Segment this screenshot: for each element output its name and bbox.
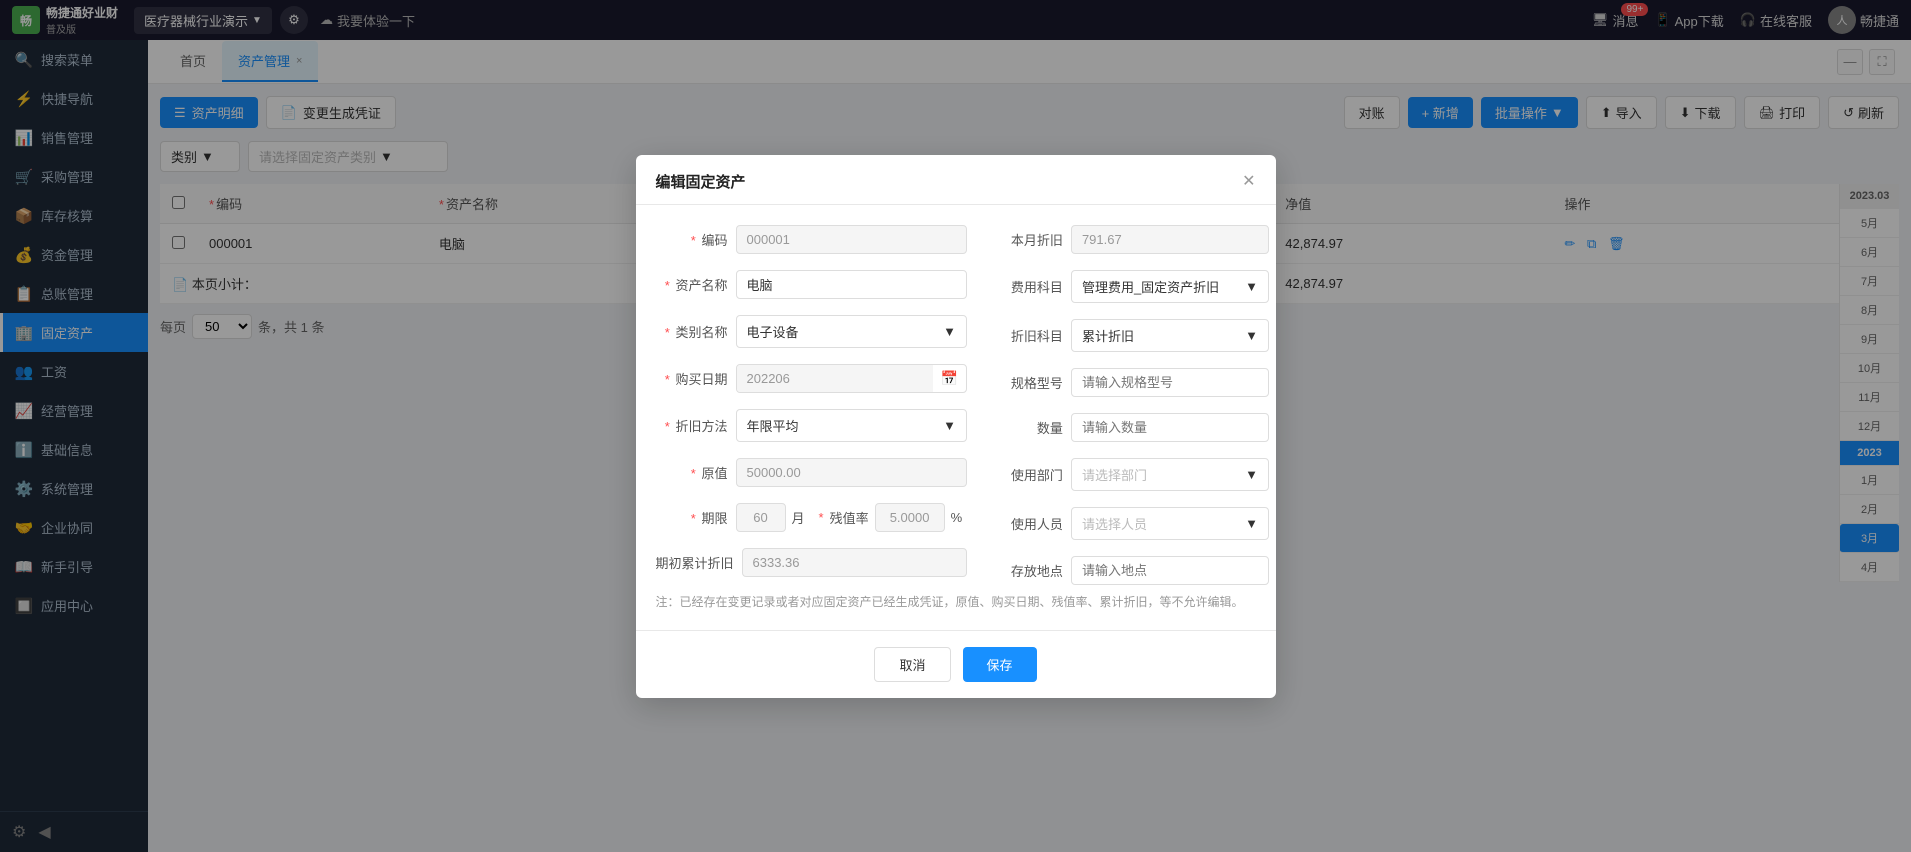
department-select[interactable]: 请选择部门 ▼	[1071, 458, 1269, 491]
purchase-date-input-wrapper: 📅	[736, 364, 967, 393]
period-label: * 期限	[656, 508, 728, 527]
form-right-col: 本月折旧 费用科目 管理费用_固定资产折旧 ▼	[991, 225, 1269, 585]
period-inline: 月 * 残值率 %	[736, 503, 967, 532]
name-required-star: *	[665, 278, 670, 293]
modal-note: 注：已经存在变更记录或者对应固定资产已经生成凭证，原值、购买日期、残值率、累计折…	[656, 593, 1256, 610]
asset-name-input[interactable]	[736, 270, 967, 299]
spec-label: 规格型号	[991, 373, 1063, 392]
cat-required-star: *	[665, 325, 670, 340]
expense-account-label: 费用科目	[991, 277, 1063, 296]
percent-unit: %	[951, 510, 963, 525]
quantity-label: 数量	[991, 418, 1063, 437]
code-label: * 编码	[656, 230, 728, 249]
person-placeholder: 请选择人员	[1082, 514, 1147, 533]
code-input[interactable]	[736, 225, 967, 254]
calendar-icon[interactable]: 📅	[933, 370, 966, 387]
method-required-star: *	[665, 419, 670, 434]
expense-account-select[interactable]: 管理费用_固定资产折旧 ▼	[1071, 270, 1269, 303]
category-field-row: * 类别名称 电子设备 ▼	[656, 315, 967, 348]
initial-depreciation-label: 期初累计折旧	[656, 553, 734, 572]
period-required-star: *	[691, 511, 696, 526]
method-value: 年限平均	[747, 416, 799, 435]
save-label: 保存	[987, 658, 1013, 673]
chevron-down-icon10: ▼	[1245, 516, 1258, 531]
chevron-down-icon9: ▼	[1245, 467, 1258, 482]
current-month-dep-input	[1071, 225, 1269, 254]
current-month-dep-label: 本月折旧	[991, 230, 1063, 249]
code-required-star: *	[691, 233, 696, 248]
category-select-value: 电子设备	[747, 322, 799, 341]
dep-account-label: 折旧科目	[991, 326, 1063, 345]
asset-name-label: * 资产名称	[656, 275, 728, 294]
original-value-field-row: * 原值	[656, 458, 967, 487]
asset-name-field-row: * 资产名称	[656, 270, 967, 299]
expense-account-value: 管理费用_固定资产折旧	[1082, 277, 1219, 296]
dep-account-field-row: 折旧科目 累计折旧 ▼	[991, 319, 1269, 352]
location-field-row: 存放地点	[991, 556, 1269, 585]
period-input[interactable]	[736, 503, 786, 532]
date-required-star: *	[665, 372, 670, 387]
location-input[interactable]	[1071, 556, 1269, 585]
spec-input[interactable]	[1071, 368, 1269, 397]
save-button[interactable]: 保存	[963, 647, 1037, 682]
period-field-row: * 期限 月 * 残值率 %	[656, 503, 967, 532]
current-month-dep-field-row: 本月折旧	[991, 225, 1269, 254]
expense-account-field-row: 费用科目 管理费用_固定资产折旧 ▼	[991, 270, 1269, 303]
purchase-date-field-row: * 购买日期 📅	[656, 364, 967, 393]
modal-title: 编辑固定资产	[656, 171, 746, 192]
quantity-input[interactable]	[1071, 413, 1269, 442]
modal-close-btn[interactable]: ✕	[1242, 171, 1255, 191]
purchase-date-label: * 购买日期	[656, 369, 728, 388]
ov-required-star: *	[691, 466, 696, 481]
form-grid: * 编码 * 资产名称	[656, 225, 1256, 585]
cancel-label: 取消	[899, 658, 925, 673]
chevron-down-icon8: ▼	[1245, 328, 1258, 343]
residual-rate-label-inline: 残值率	[830, 508, 869, 527]
depreciation-method-label: * 折旧方法	[656, 416, 728, 435]
modal-header: 编辑固定资产 ✕	[636, 155, 1276, 205]
department-placeholder: 请选择部门	[1082, 465, 1147, 484]
depreciation-method-select[interactable]: 年限平均 ▼	[736, 409, 967, 442]
form-left-col: * 编码 * 资产名称	[656, 225, 967, 585]
code-field-row: * 编码	[656, 225, 967, 254]
residual-star: *	[819, 510, 824, 525]
cancel-button[interactable]: 取消	[874, 647, 950, 682]
chevron-down-icon5: ▼	[943, 324, 956, 339]
category-name-label: * 类别名称	[656, 322, 728, 341]
purchase-date-input[interactable]	[737, 365, 933, 392]
location-label: 存放地点	[991, 561, 1063, 580]
spec-field-row: 规格型号	[991, 368, 1269, 397]
person-label: 使用人员	[991, 514, 1063, 533]
original-value-label: * 原值	[656, 463, 728, 482]
modal-body: * 编码 * 资产名称	[636, 205, 1276, 630]
person-select[interactable]: 请选择人员 ▼	[1071, 507, 1269, 540]
department-field-row: 使用部门 请选择部门 ▼	[991, 458, 1269, 491]
dep-account-value: 累计折旧	[1082, 326, 1134, 345]
edit-asset-modal: 编辑固定资产 ✕ * 编码	[636, 155, 1276, 698]
modal-overlay: 编辑固定资产 ✕ * 编码	[0, 0, 1911, 852]
period-unit: 月	[792, 508, 805, 527]
initial-depreciation-field-row: 期初累计折旧	[656, 548, 967, 577]
quantity-field-row: 数量	[991, 413, 1269, 442]
chevron-down-icon7: ▼	[1245, 279, 1258, 294]
depreciation-method-field-row: * 折旧方法 年限平均 ▼	[656, 409, 967, 442]
department-label: 使用部门	[991, 465, 1063, 484]
dep-account-select[interactable]: 累计折旧 ▼	[1071, 319, 1269, 352]
initial-depreciation-input[interactable]	[742, 548, 967, 577]
modal-footer: 取消 保存	[636, 630, 1276, 698]
category-select[interactable]: 电子设备 ▼	[736, 315, 967, 348]
person-field-row: 使用人员 请选择人员 ▼	[991, 507, 1269, 540]
residual-rate-input[interactable]	[875, 503, 945, 532]
original-value-input[interactable]	[736, 458, 967, 487]
chevron-down-icon6: ▼	[943, 418, 956, 433]
